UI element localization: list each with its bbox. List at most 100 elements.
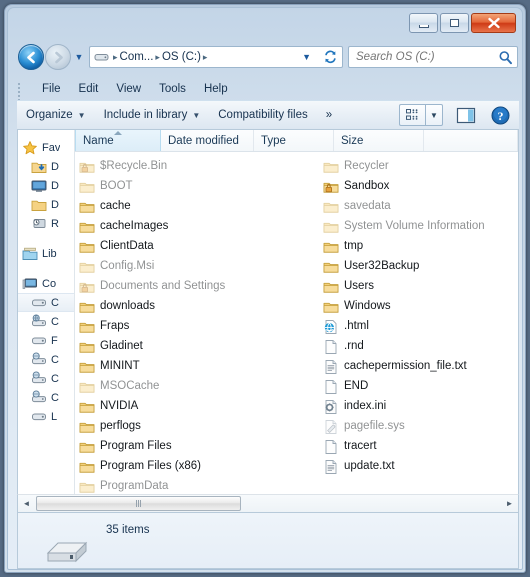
title-bar bbox=[8, 8, 522, 38]
file-list-item[interactable]: index.ini bbox=[323, 397, 518, 417]
column-header-row: Name Date modified Type Size bbox=[75, 130, 518, 152]
folder-icon bbox=[79, 479, 95, 495]
nav-group-libraries[interactable]: Lib bbox=[18, 244, 74, 263]
include-in-library-label: Include in library bbox=[103, 109, 188, 121]
forward-button[interactable] bbox=[45, 44, 71, 70]
breadcrumb-dropdown-icon[interactable]: ▼ bbox=[298, 52, 315, 62]
command-overflow-button[interactable]: » bbox=[317, 105, 341, 125]
maximize-button[interactable] bbox=[440, 13, 469, 33]
menu-item-help[interactable]: Help bbox=[195, 81, 237, 97]
nav-item-recent-places[interactable]: R bbox=[18, 214, 74, 233]
file-list-item[interactable]: MSOCache bbox=[79, 377, 319, 397]
compatibility-files-button[interactable]: Compatibility files bbox=[209, 105, 316, 125]
nav-item-network-drive-3[interactable]: C bbox=[18, 369, 74, 388]
file-list-item[interactable]: System Volume Information bbox=[323, 217, 518, 237]
recent-pages-button[interactable]: ▼ bbox=[71, 52, 87, 62]
file-list-item[interactable]: .html bbox=[323, 317, 518, 337]
nav-group-favorites[interactable]: Fav bbox=[18, 138, 74, 157]
file-list-item[interactable]: User32Backup bbox=[323, 257, 518, 277]
file-list-item[interactable]: ClientData bbox=[79, 237, 319, 257]
scrollbar-thumb[interactable] bbox=[36, 496, 241, 511]
menu-item-tools[interactable]: Tools bbox=[150, 81, 195, 97]
file-list-item[interactable]: cache bbox=[79, 197, 319, 217]
nav-label-libraries: Lib bbox=[42, 247, 57, 260]
breadcrumb-item-computer[interactable]: Com... bbox=[120, 51, 154, 63]
minimize-button[interactable] bbox=[409, 13, 438, 33]
navigation-pane[interactable]: Fav D D D R Lib Co C C F C C C L bbox=[18, 130, 74, 514]
breadcrumb-item-drive[interactable]: OS (C:) bbox=[162, 51, 201, 63]
file-list-item[interactable]: MININT bbox=[79, 357, 319, 377]
nav-item-network-drive-1[interactable]: C bbox=[18, 312, 74, 331]
breadcrumb[interactable]: ▸ Com... ▸ OS (C:) ▸ ▼ bbox=[89, 46, 319, 68]
file-list-item[interactable]: cacheImages bbox=[79, 217, 319, 237]
file-list-item[interactable]: .rnd bbox=[323, 337, 518, 357]
nav-item-folder[interactable]: D bbox=[18, 195, 74, 214]
file-list-item[interactable]: Program Files (x86) bbox=[79, 457, 319, 477]
scroll-right-button[interactable]: ► bbox=[501, 495, 518, 512]
file-list-item[interactable]: $Recycle.Bin bbox=[79, 157, 319, 177]
column-header-size-label: Size bbox=[341, 134, 364, 147]
menu-bar: File Edit View Tools Help bbox=[17, 78, 519, 100]
nav-item-drive-c[interactable]: C bbox=[18, 293, 74, 312]
nav-label-folder: D bbox=[51, 198, 59, 211]
file-list-item[interactable]: Users bbox=[323, 277, 518, 297]
file-list-item[interactable]: Gladinet bbox=[79, 337, 319, 357]
file-list-item[interactable]: Fraps bbox=[79, 317, 319, 337]
file-list-item[interactable]: update.txt bbox=[323, 457, 518, 477]
file-list-item[interactable]: Windows bbox=[323, 297, 518, 317]
sort-ascending-icon bbox=[114, 131, 122, 135]
file-list-item[interactable]: pagefile.sys bbox=[323, 417, 518, 437]
scroll-left-button[interactable]: ◄ bbox=[18, 495, 35, 512]
organize-button[interactable]: Organize ▼ bbox=[17, 105, 95, 125]
search-box[interactable] bbox=[348, 46, 518, 68]
file-list-item[interactable]: Documents and Settings bbox=[79, 277, 319, 297]
column-header-date-modified[interactable]: Date modified bbox=[161, 130, 254, 151]
file-list-item[interactable]: Recycler bbox=[323, 157, 518, 177]
close-button[interactable] bbox=[471, 13, 516, 33]
preview-pane-button[interactable] bbox=[453, 104, 479, 126]
change-view-button[interactable] bbox=[399, 104, 425, 126]
menu-item-view[interactable]: View bbox=[107, 81, 150, 97]
view-dropdown-button[interactable]: ▼ bbox=[425, 104, 443, 126]
nav-item-network-drive-4[interactable]: C bbox=[18, 388, 74, 407]
nav-item-drive-f[interactable]: F bbox=[18, 331, 74, 350]
menu-item-file[interactable]: File bbox=[33, 81, 70, 97]
nav-item-network-drive-2[interactable]: C bbox=[18, 350, 74, 369]
file-list-item[interactable]: tracert bbox=[323, 437, 518, 457]
file-list-item[interactable]: NVIDIA bbox=[79, 397, 319, 417]
column-header-size[interactable]: Size bbox=[334, 130, 424, 151]
file-list-item[interactable]: tmp bbox=[323, 237, 518, 257]
column-header-name[interactable]: Name bbox=[75, 130, 161, 151]
folder-icon bbox=[79, 259, 95, 275]
refresh-button[interactable] bbox=[319, 46, 343, 68]
folder-icon bbox=[79, 339, 95, 355]
help-button[interactable]: ? bbox=[489, 104, 511, 126]
horizontal-scrollbar[interactable]: ◄ ► bbox=[17, 494, 519, 513]
nav-label-network-drive-4: C bbox=[51, 391, 59, 404]
file-list-item[interactable]: BOOT bbox=[79, 177, 319, 197]
breadcrumb-separator: ▸ bbox=[113, 51, 118, 62]
nav-group-computer[interactable]: Co bbox=[18, 274, 74, 293]
nav-item-downloads[interactable]: D bbox=[18, 157, 74, 176]
nav-item-drive-l[interactable]: L bbox=[18, 407, 74, 426]
file-list-item[interactable]: perflogs bbox=[79, 417, 319, 437]
file-list-item[interactable]: Sandbox bbox=[323, 177, 518, 197]
nav-item-desktop[interactable]: D bbox=[18, 176, 74, 195]
nav-label-desktop: D bbox=[51, 179, 59, 192]
nav-label-computer: Co bbox=[42, 277, 57, 290]
column-header-type[interactable]: Type bbox=[254, 130, 334, 151]
file-list-item[interactable]: downloads bbox=[79, 297, 319, 317]
file-list-item[interactable]: cachepermission_file.txt bbox=[323, 357, 518, 377]
file-list[interactable]: $Recycle.Bin BOOT cache cacheImages ClientDa… bbox=[75, 152, 518, 514]
file-name-label: .rnd bbox=[344, 340, 364, 353]
file-list-item[interactable]: Config.Msi bbox=[79, 257, 319, 277]
file-list-item[interactable]: END bbox=[323, 377, 518, 397]
drive-icon bbox=[94, 54, 109, 61]
file-list-item[interactable]: Program Files bbox=[79, 437, 319, 457]
menu-item-edit[interactable]: Edit bbox=[70, 81, 108, 97]
folder-icon bbox=[79, 419, 95, 435]
file-list-item[interactable]: savedata bbox=[323, 197, 518, 217]
back-button[interactable] bbox=[18, 44, 44, 70]
include-in-library-button[interactable]: Include in library ▼ bbox=[95, 105, 210, 125]
search-input[interactable] bbox=[356, 51, 498, 63]
